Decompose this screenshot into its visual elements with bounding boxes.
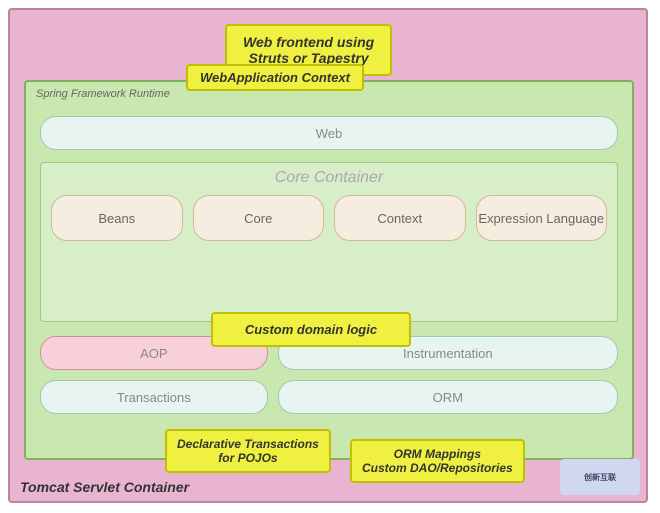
beans-box: Beans [51, 195, 183, 241]
transactions-orm-row: Transactions ORM [40, 380, 618, 414]
spring-container: Spring Framework Runtime WebApplication … [24, 80, 634, 460]
core-boxes: Beans Core Context Expression Language [51, 195, 607, 241]
watermark: 创新互联 [560, 459, 640, 495]
tomcat-label: Tomcat Servlet Container [20, 479, 189, 495]
custom-domain-badge: Custom domain logic [211, 312, 411, 347]
tomcat-container: Tomcat Servlet Container Web frontend us… [8, 8, 648, 503]
orm-box: ORM [278, 380, 618, 414]
spring-label: Spring Framework Runtime [36, 88, 170, 100]
orm-mappings-badge: ORM Mappings Custom DAO/Repositories [350, 439, 525, 483]
webapp-context-badge: WebApplication Context [186, 64, 364, 91]
expression-language-box: Expression Language [476, 195, 608, 241]
core-container-label: Core Container [41, 169, 617, 187]
core-container-section: Core Container Beans Core Context Expres… [40, 162, 618, 322]
transactions-box: Transactions [40, 380, 268, 414]
context-box: Context [334, 195, 466, 241]
core-box: Core [193, 195, 325, 241]
declarative-transactions-badge: Declarative Transactions for POJOs [165, 429, 331, 473]
web-box: Web [40, 116, 618, 150]
